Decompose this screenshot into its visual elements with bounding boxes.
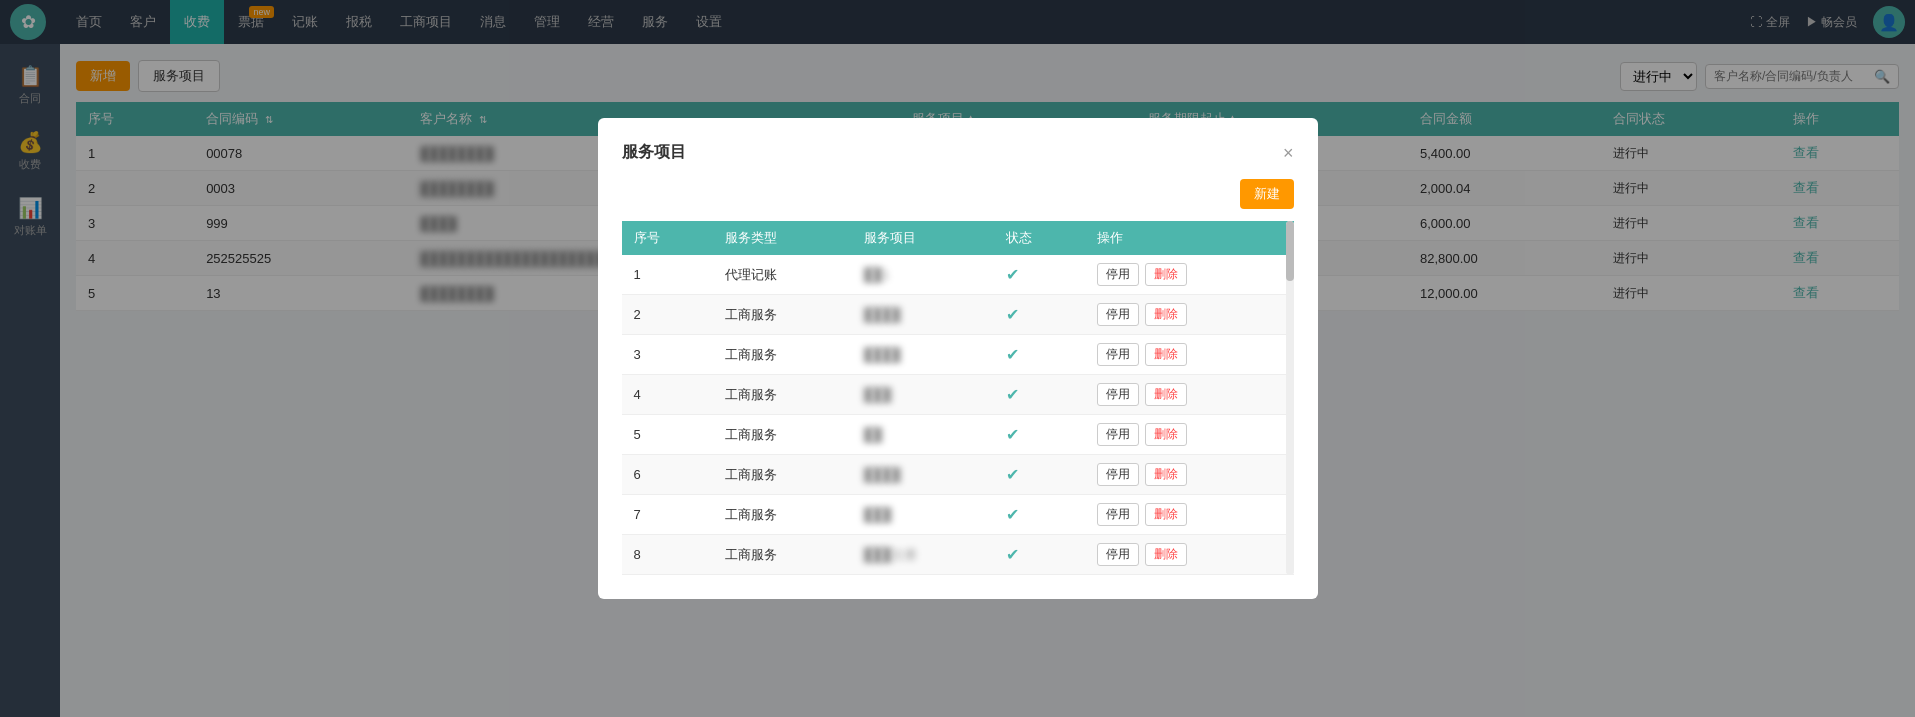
delete-btn[interactable]: 删除 <box>1145 423 1187 446</box>
delete-btn[interactable]: 删除 <box>1145 343 1187 366</box>
modal-overlay[interactable]: 服务项目 × 新建 序号 服务类型 服务项目 状态 操作 1 代理记账 <box>0 0 1915 717</box>
modal-cell-type: 工商服务 <box>713 535 852 575</box>
modal-cell-item: ███注册 <box>852 535 994 575</box>
modal-cell-seq: 2 <box>622 295 713 335</box>
modal-toolbar: 新建 <box>622 179 1294 209</box>
modal-cell-status: ✔ <box>994 415 1085 455</box>
modal-table-row: 5 工商服务 ██ ✔ 停用 删除 <box>622 415 1294 455</box>
modal-col-item: 服务项目 <box>852 221 994 255</box>
modal-table-row: 1 代理记账 ██1 ✔ 停用 删除 <box>622 255 1294 295</box>
status-check-icon: ✔ <box>1006 386 1019 403</box>
modal-cell-status: ✔ <box>994 335 1085 375</box>
modal-cell-seq: 8 <box>622 535 713 575</box>
modal-cell-action[interactable]: 停用 删除 <box>1085 535 1293 575</box>
modal-cell-action[interactable]: 停用 删除 <box>1085 495 1293 535</box>
modal-header: 服务项目 × <box>622 142 1294 163</box>
scrollbar-track <box>1286 221 1294 575</box>
modal-cell-action[interactable]: 停用 删除 <box>1085 415 1293 455</box>
delete-btn[interactable]: 删除 <box>1145 503 1187 526</box>
modal-col-type: 服务类型 <box>713 221 852 255</box>
modal-cell-item: ██ <box>852 415 994 455</box>
modal-cell-status: ✔ <box>994 455 1085 495</box>
modal-cell-action[interactable]: 停用 删除 <box>1085 255 1293 295</box>
status-check-icon: ✔ <box>1006 306 1019 323</box>
modal-cell-status: ✔ <box>994 295 1085 335</box>
modal-cell-seq: 7 <box>622 495 713 535</box>
scrollbar-thumb[interactable] <box>1286 221 1294 281</box>
modal-cell-action[interactable]: 停用 删除 <box>1085 335 1293 375</box>
modal-col-action: 操作 <box>1085 221 1293 255</box>
modal-cell-seq: 6 <box>622 455 713 495</box>
modal-title: 服务项目 <box>622 142 686 163</box>
modal-cell-item: ████ <box>852 295 994 335</box>
stop-btn[interactable]: 停用 <box>1097 423 1139 446</box>
delete-btn[interactable]: 删除 <box>1145 303 1187 326</box>
modal-cell-action[interactable]: 停用 删除 <box>1085 295 1293 335</box>
stop-btn[interactable]: 停用 <box>1097 463 1139 486</box>
delete-btn[interactable]: 删除 <box>1145 543 1187 566</box>
modal-cell-type: 代理记账 <box>713 255 852 295</box>
modal-close-btn[interactable]: × <box>1283 144 1294 162</box>
modal-table-row: 4 工商服务 ███ ✔ 停用 删除 <box>622 375 1294 415</box>
modal-cell-type: 工商服务 <box>713 495 852 535</box>
modal-table-row: 3 工商服务 ████ ✔ 停用 删除 <box>622 335 1294 375</box>
modal-cell-seq: 3 <box>622 335 713 375</box>
stop-btn[interactable]: 停用 <box>1097 303 1139 326</box>
modal-cell-item: ███ <box>852 495 994 535</box>
modal-cell-type: 工商服务 <box>713 375 852 415</box>
modal-new-btn[interactable]: 新建 <box>1240 179 1294 209</box>
delete-btn[interactable]: 删除 <box>1145 463 1187 486</box>
stop-btn[interactable]: 停用 <box>1097 263 1139 286</box>
modal-cell-status: ✔ <box>994 495 1085 535</box>
status-check-icon: ✔ <box>1006 266 1019 283</box>
status-check-icon: ✔ <box>1006 506 1019 523</box>
modal-cell-seq: 4 <box>622 375 713 415</box>
modal-cell-action[interactable]: 停用 删除 <box>1085 455 1293 495</box>
modal-cell-status: ✔ <box>994 375 1085 415</box>
modal-table-row: 6 工商服务 ████ ✔ 停用 删除 <box>622 455 1294 495</box>
modal-col-status: 状态 <box>994 221 1085 255</box>
modal-cell-status: ✔ <box>994 535 1085 575</box>
modal-cell-type: 工商服务 <box>713 295 852 335</box>
modal-cell-action[interactable]: 停用 删除 <box>1085 375 1293 415</box>
modal-table-row: 8 工商服务 ███注册 ✔ 停用 删除 <box>622 535 1294 575</box>
modal-cell-status: ✔ <box>994 255 1085 295</box>
stop-btn[interactable]: 停用 <box>1097 383 1139 406</box>
stop-btn[interactable]: 停用 <box>1097 503 1139 526</box>
modal-table: 序号 服务类型 服务项目 状态 操作 1 代理记账 ██1 ✔ 停用 删除 2 … <box>622 221 1294 575</box>
modal-cell-item: ███ <box>852 375 994 415</box>
delete-btn[interactable]: 删除 <box>1145 263 1187 286</box>
modal-cell-type: 工商服务 <box>713 415 852 455</box>
status-check-icon: ✔ <box>1006 426 1019 443</box>
modal-cell-item: ████ <box>852 455 994 495</box>
modal-cell-item: ██1 <box>852 255 994 295</box>
modal-cell-seq: 1 <box>622 255 713 295</box>
modal-cell-seq: 5 <box>622 415 713 455</box>
modal-cell-type: 工商服务 <box>713 455 852 495</box>
modal-cell-type: 工商服务 <box>713 335 852 375</box>
modal-col-seq: 序号 <box>622 221 713 255</box>
modal-cell-item: ████ <box>852 335 994 375</box>
status-check-icon: ✔ <box>1006 546 1019 563</box>
modal-table-scroll: 序号 服务类型 服务项目 状态 操作 1 代理记账 ██1 ✔ 停用 删除 2 … <box>622 221 1294 575</box>
stop-btn[interactable]: 停用 <box>1097 543 1139 566</box>
status-check-icon: ✔ <box>1006 466 1019 483</box>
stop-btn[interactable]: 停用 <box>1097 343 1139 366</box>
status-check-icon: ✔ <box>1006 346 1019 363</box>
service-modal: 服务项目 × 新建 序号 服务类型 服务项目 状态 操作 1 代理记账 <box>598 118 1318 599</box>
delete-btn[interactable]: 删除 <box>1145 383 1187 406</box>
modal-table-row: 2 工商服务 ████ ✔ 停用 删除 <box>622 295 1294 335</box>
modal-table-row: 7 工商服务 ███ ✔ 停用 删除 <box>622 495 1294 535</box>
